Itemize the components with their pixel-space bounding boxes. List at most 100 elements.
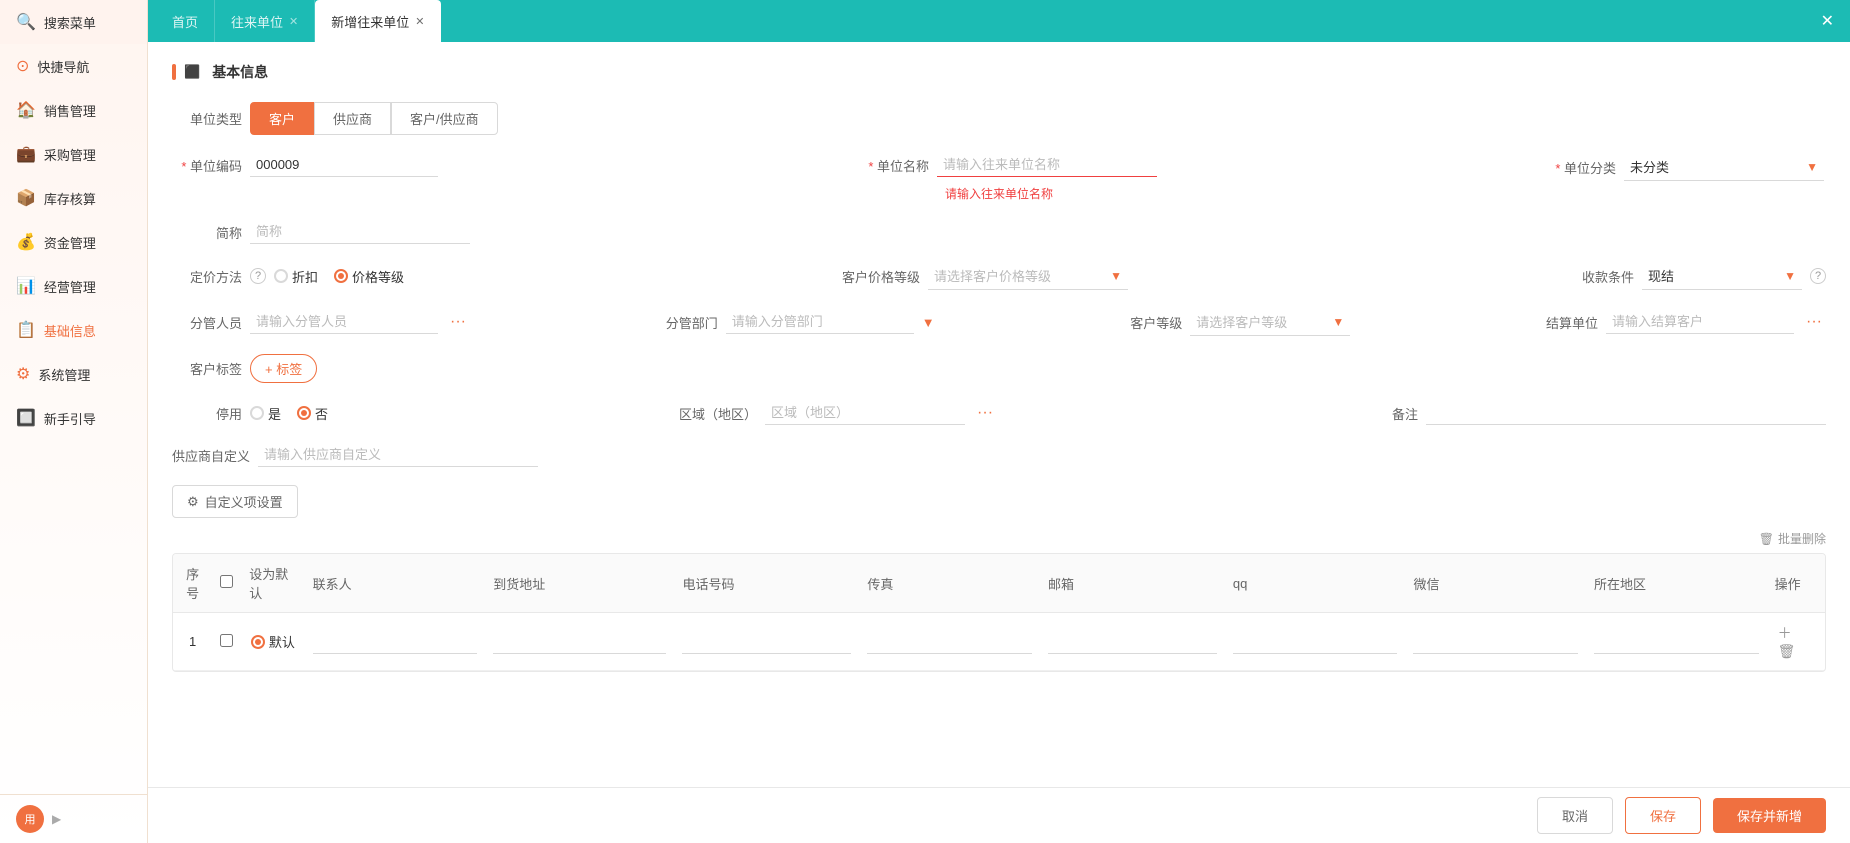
btn-customer[interactable]: 客户 xyxy=(250,102,314,135)
sidebar-item-quicknav[interactable]: ⊙ 快捷导航 xyxy=(0,44,147,88)
dept-input[interactable] xyxy=(726,310,914,334)
btn-both[interactable]: 客户/供应商 xyxy=(391,102,498,135)
short-name-row: 简称 xyxy=(172,220,1826,244)
region-table-input[interactable] xyxy=(1594,630,1759,654)
region-more-icon[interactable]: ··· xyxy=(973,404,997,422)
sidebar-item-basic[interactable]: 📋 基础信息 xyxy=(0,308,147,352)
settlement-label: 结算单位 xyxy=(1528,313,1598,332)
radio-yes-label: 是 xyxy=(268,404,281,423)
form-footer: 取消 保存 保存并新增 xyxy=(148,787,1850,843)
pricing-row: 定价方法 ? 折扣 价格等级 客户价格等级 请选择客户价格等级 xyxy=(172,262,1826,290)
add-row-icon[interactable]: ＋ xyxy=(1775,625,1795,641)
region-input[interactable] xyxy=(765,401,965,425)
cell-qq xyxy=(1225,613,1406,671)
sidebar-item-search[interactable]: 🔍 搜索菜单 xyxy=(0,0,147,44)
btn-supplier[interactable]: 供应商 xyxy=(314,102,391,135)
inventory-icon: 📦 xyxy=(16,188,36,208)
sidebar-item-purchase[interactable]: 💼 采购管理 xyxy=(0,132,147,176)
th-action: 操作 xyxy=(1767,554,1825,613)
remark-label: 备注 xyxy=(1348,404,1418,423)
row-checkbox[interactable] xyxy=(220,634,233,647)
cancel-button[interactable]: 取消 xyxy=(1537,797,1613,834)
code-label: 单位编码 xyxy=(172,156,242,175)
section-bar xyxy=(172,64,176,80)
tab-new-partner-close[interactable]: ✕ xyxy=(415,15,424,28)
qq-input[interactable] xyxy=(1233,630,1398,654)
tab-partner-close[interactable]: ✕ xyxy=(289,15,298,28)
radio-discount[interactable]: 折扣 xyxy=(274,267,318,286)
basic-icon: 📋 xyxy=(16,320,36,340)
radio-price-level[interactable]: 价格等级 xyxy=(334,267,404,286)
phone-input[interactable] xyxy=(682,630,851,654)
select-all-checkbox[interactable] xyxy=(220,575,233,588)
sidebar-item-sales[interactable]: 🏠 销售管理 xyxy=(0,88,147,132)
tag-field: 客户标签 + 标签 xyxy=(172,354,317,383)
radio-disabled-yes[interactable]: 是 xyxy=(250,404,281,423)
save-button[interactable]: 保存 xyxy=(1625,797,1701,834)
th-qq: qq xyxy=(1225,554,1406,613)
th-address: 到货地址 xyxy=(485,554,674,613)
radio-discount-label: 折扣 xyxy=(292,267,318,286)
disabled-label: 停用 xyxy=(172,404,242,423)
sidebar-label-basic: 基础信息 xyxy=(44,321,96,340)
newguide-icon: 🔲 xyxy=(16,408,36,428)
operations-icon: 📊 xyxy=(16,276,36,296)
sidebar-item-newguide[interactable]: 🔲 新手引导 xyxy=(0,396,147,440)
settlement-input[interactable] xyxy=(1606,310,1794,334)
dept-field: 分管部门 ▼ xyxy=(648,310,935,334)
fax-input[interactable] xyxy=(867,630,1032,654)
default-radio[interactable]: 默认 xyxy=(249,632,296,651)
wechat-input[interactable] xyxy=(1413,630,1578,654)
sidebar-item-operations[interactable]: 📊 经营管理 xyxy=(0,264,147,308)
payment-terms-select[interactable]: 现结 ▼ xyxy=(1642,262,1802,290)
quicknav-icon: ⊙ xyxy=(16,56,29,76)
sidebar-item-system[interactable]: ⚙ 系统管理 xyxy=(0,352,147,396)
code-input[interactable] xyxy=(250,153,438,177)
table-row: 1 默认 xyxy=(173,613,1825,671)
address-input[interactable] xyxy=(493,630,666,654)
short-name-input[interactable] xyxy=(250,220,470,244)
tab-partner[interactable]: 往来单位 ✕ xyxy=(215,0,315,42)
sidebar-label-search: 搜索菜单 xyxy=(44,13,96,32)
manager-more-icon[interactable]: ··· xyxy=(446,313,470,331)
radio-disabled-no[interactable]: 否 xyxy=(297,404,328,423)
close-all-tabs[interactable]: ✕ xyxy=(1813,11,1842,31)
remark-input[interactable] xyxy=(1426,401,1826,425)
manager-input[interactable] xyxy=(250,310,438,334)
batch-delete-btn[interactable]: 🗑 批量删除 xyxy=(1759,530,1826,547)
customer-price-select[interactable]: 请选择客户价格等级 ▼ xyxy=(928,262,1128,290)
save-new-button[interactable]: 保存并新增 xyxy=(1713,798,1826,833)
short-name-field: 简称 xyxy=(172,220,470,244)
contact-input[interactable] xyxy=(313,630,478,654)
sidebar-item-inventory[interactable]: 📦 库存核算 xyxy=(0,176,147,220)
region-field: 区域（地区） ··· xyxy=(679,401,997,425)
category-select[interactable]: 未分类 ▼ xyxy=(1624,153,1824,181)
supplier-custom-input[interactable] xyxy=(258,443,538,467)
batch-delete-label: 批量删除 xyxy=(1778,530,1826,547)
settlement-more-icon[interactable]: ··· xyxy=(1802,313,1826,331)
supplier-custom-row: 供应商自定义 xyxy=(172,443,1826,467)
payment-help-icon[interactable]: ? xyxy=(1810,268,1826,284)
th-contact: 联系人 xyxy=(305,554,486,613)
payment-terms-value: 现结 xyxy=(1648,266,1674,285)
sidebar-label-purchase: 采购管理 xyxy=(44,145,96,164)
tag-add-btn[interactable]: + 标签 xyxy=(250,354,317,383)
sidebar-label-finance: 资金管理 xyxy=(44,233,96,252)
sidebar-item-finance[interactable]: 💰 资金管理 xyxy=(0,220,147,264)
name-input[interactable] xyxy=(937,153,1157,177)
tab-home[interactable]: 首页 xyxy=(156,0,215,42)
gear-icon: ⚙ xyxy=(187,494,199,510)
manager-field: 分管人员 ··· xyxy=(172,310,470,334)
customer-level-select[interactable]: 请选择客户等级 ▼ xyxy=(1190,308,1350,336)
email-input[interactable] xyxy=(1048,630,1217,654)
radio-price-level-label: 价格等级 xyxy=(352,267,404,286)
tab-new-partner[interactable]: 新增往来单位 ✕ xyxy=(315,0,441,42)
custom-settings-btn[interactable]: ⚙ 自定义项设置 xyxy=(172,485,298,518)
pricing-help-icon[interactable]: ? xyxy=(250,268,266,284)
table-header-row: 序号 设为默认 联系人 到货地址 电话号码 传真 邮箱 qq 微信 所在地区 操… xyxy=(173,554,1825,613)
cell-address xyxy=(485,613,674,671)
cell-wechat xyxy=(1405,613,1586,671)
customer-price-label: 客户价格等级 xyxy=(840,267,920,286)
delete-row-icon[interactable]: 🗑 xyxy=(1775,643,1799,659)
table-actions-row: 🗑 批量删除 xyxy=(172,530,1826,547)
